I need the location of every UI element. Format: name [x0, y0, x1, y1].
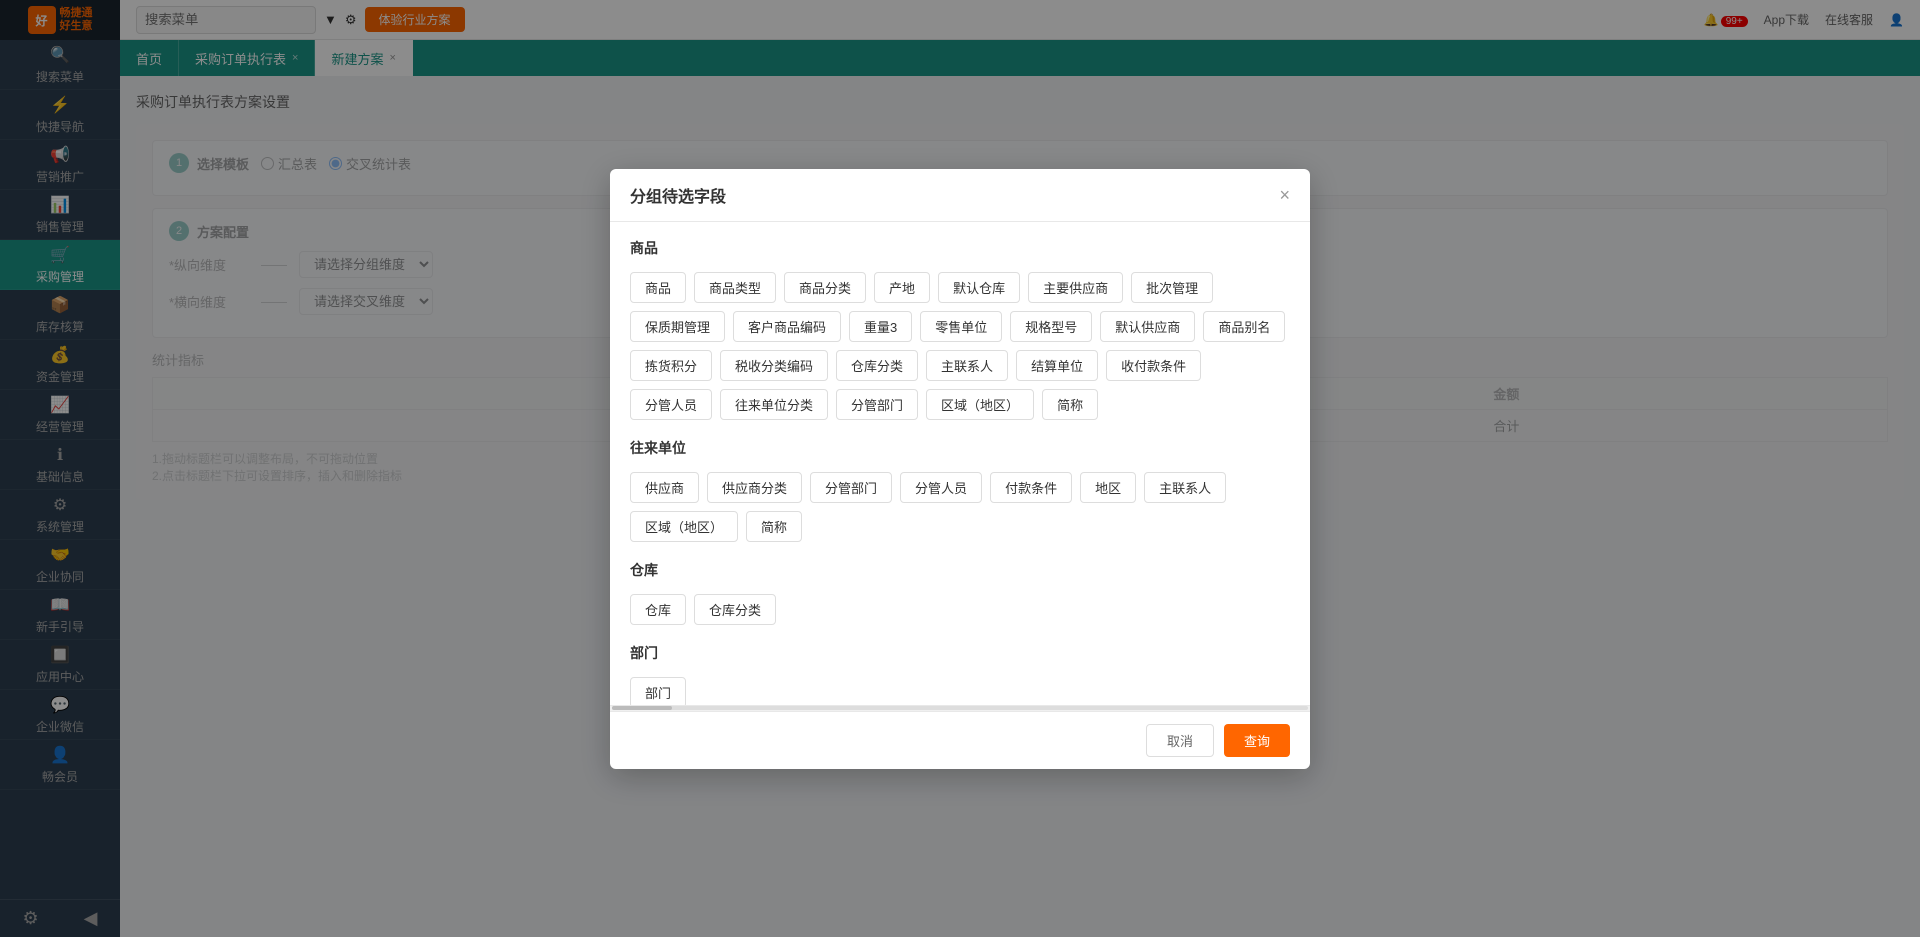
chip-partner-0[interactable]: 供应商 [630, 472, 699, 503]
chip-goods-18[interactable]: 结算单位 [1016, 350, 1098, 381]
modal-body: 商品 商品 商品类型 商品分类 产地 默认仓库 主要供应商 批次管理 保质期管理… [610, 222, 1310, 706]
chip-goods-22[interactable]: 分管部门 [836, 389, 918, 420]
section-partner-title: 往来单位 [630, 438, 1290, 462]
chip-partner-6[interactable]: 主联系人 [1144, 472, 1226, 503]
modal-title: 分组待选字段 [630, 183, 726, 207]
section-dept-title: 部门 [630, 643, 1290, 667]
chip-goods-7[interactable]: 保质期管理 [630, 311, 725, 342]
chip-goods-13[interactable]: 商品别名 [1203, 311, 1285, 342]
modal-footer: 取消 查询 [610, 711, 1310, 769]
chip-goods-6[interactable]: 批次管理 [1131, 272, 1213, 303]
chip-goods-10[interactable]: 零售单位 [920, 311, 1002, 342]
chip-goods-1[interactable]: 商品类型 [694, 272, 776, 303]
modal-overlay: 分组待选字段 × 商品 商品 商品类型 商品分类 产地 默认仓库 主要供应商 批… [0, 0, 1920, 937]
chip-partner-5[interactable]: 地区 [1080, 472, 1136, 503]
section-warehouse-title: 仓库 [630, 560, 1290, 584]
chip-warehouse-0[interactable]: 仓库 [630, 594, 686, 625]
chip-goods-2[interactable]: 商品分类 [784, 272, 866, 303]
chip-goods-3[interactable]: 产地 [874, 272, 930, 303]
section-goods: 商品 商品 商品类型 商品分类 产地 默认仓库 主要供应商 批次管理 保质期管理… [630, 238, 1290, 420]
chip-goods-21[interactable]: 往来单位分类 [720, 389, 828, 420]
goods-chips: 商品 商品类型 商品分类 产地 默认仓库 主要供应商 批次管理 保质期管理 客户… [630, 272, 1290, 420]
chip-goods-14[interactable]: 拣货积分 [630, 350, 712, 381]
modal-header: 分组待选字段 × [610, 169, 1310, 222]
warehouse-chips: 仓库 仓库分类 [630, 594, 1290, 625]
chip-partner-3[interactable]: 分管人员 [900, 472, 982, 503]
chip-goods-4[interactable]: 默认仓库 [938, 272, 1020, 303]
chip-partner-7[interactable]: 区域（地区） [630, 511, 738, 542]
section-partner: 往来单位 供应商 供应商分类 分管部门 分管人员 付款条件 地区 主联系人 区域… [630, 438, 1290, 542]
chip-goods-15[interactable]: 税收分类编码 [720, 350, 828, 381]
section-dept: 部门 部门 [630, 643, 1290, 706]
chip-goods-20[interactable]: 分管人员 [630, 389, 712, 420]
chip-goods-17[interactable]: 主联系人 [926, 350, 1008, 381]
modal-close-icon[interactable]: × [1279, 186, 1290, 204]
chip-goods-8[interactable]: 客户商品编码 [733, 311, 841, 342]
chip-partner-2[interactable]: 分管部门 [810, 472, 892, 503]
section-goods-title: 商品 [630, 238, 1290, 262]
chip-goods-11[interactable]: 规格型号 [1010, 311, 1092, 342]
chip-partner-1[interactable]: 供应商分类 [707, 472, 802, 503]
chip-partner-4[interactable]: 付款条件 [990, 472, 1072, 503]
chip-goods-23[interactable]: 区域（地区） [926, 389, 1034, 420]
chip-goods-24[interactable]: 简称 [1042, 389, 1098, 420]
chip-warehouse-1[interactable]: 仓库分类 [694, 594, 776, 625]
chip-goods-19[interactable]: 收付款条件 [1106, 350, 1201, 381]
chip-goods-16[interactable]: 仓库分类 [836, 350, 918, 381]
chip-goods-9[interactable]: 重量3 [849, 311, 912, 342]
chip-dept-0[interactable]: 部门 [630, 677, 686, 706]
chip-goods-0[interactable]: 商品 [630, 272, 686, 303]
partner-chips: 供应商 供应商分类 分管部门 分管人员 付款条件 地区 主联系人 区域（地区） … [630, 472, 1290, 542]
cancel-button[interactable]: 取消 [1146, 724, 1214, 757]
chip-goods-5[interactable]: 主要供应商 [1028, 272, 1123, 303]
section-warehouse: 仓库 仓库 仓库分类 [630, 560, 1290, 625]
chip-partner-8[interactable]: 简称 [746, 511, 802, 542]
chip-goods-12[interactable]: 默认供应商 [1100, 311, 1195, 342]
confirm-button[interactable]: 查询 [1224, 724, 1290, 757]
dept-chips: 部门 [630, 677, 1290, 706]
modal-dialog: 分组待选字段 × 商品 商品 商品类型 商品分类 产地 默认仓库 主要供应商 批… [610, 169, 1310, 769]
